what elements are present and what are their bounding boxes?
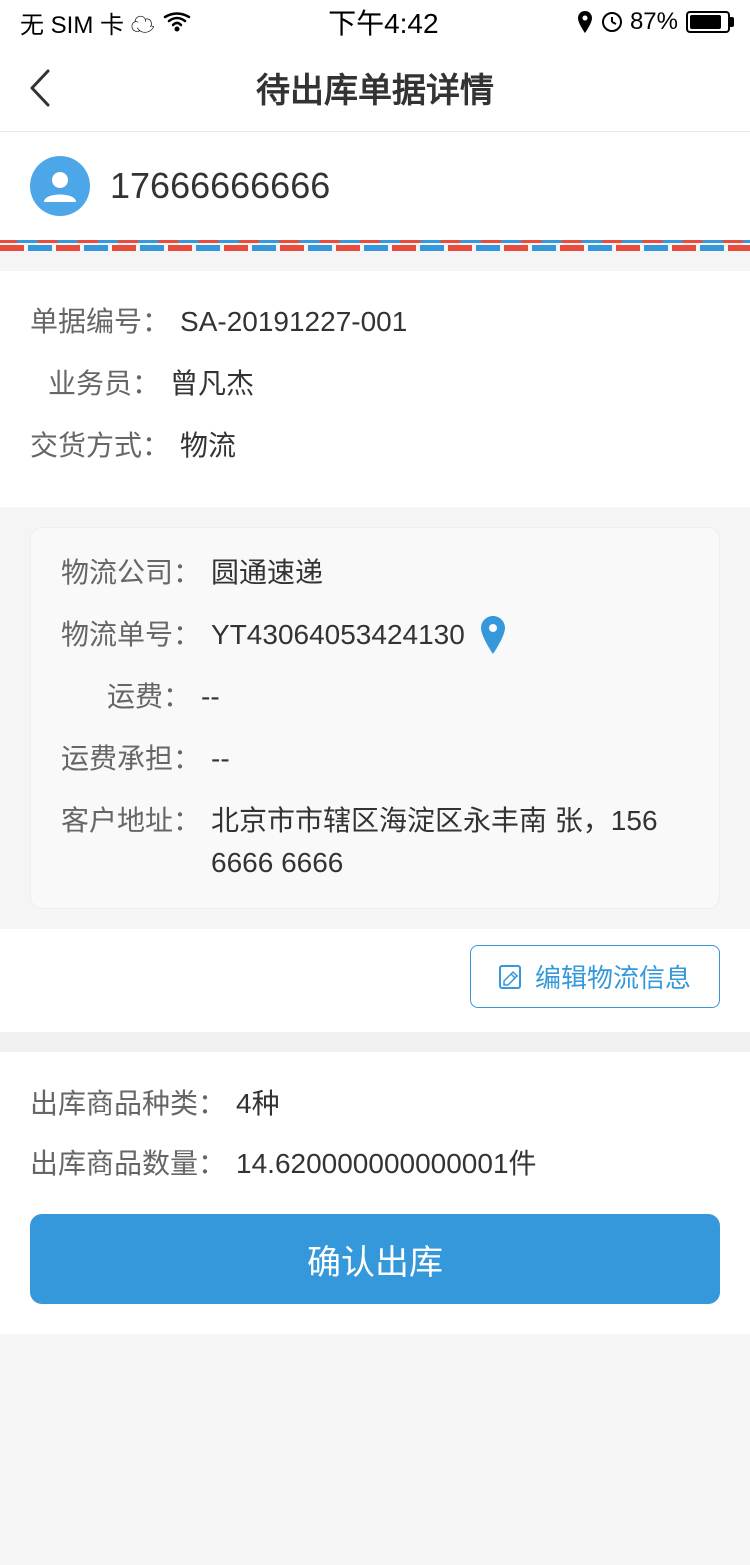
logistics-freight-label: 运费： bbox=[61, 676, 191, 718]
user-header: 17666666666 bbox=[0, 132, 750, 243]
section-separator-1 bbox=[0, 1032, 750, 1052]
logistics-card: 物流公司： 圆通速递 物流单号： YT43064053424130 运费： --… bbox=[30, 527, 720, 909]
product-types-value: 4种 bbox=[236, 1082, 280, 1122]
order-no-row: 单据编号： SA-20191227-001 bbox=[30, 301, 720, 343]
delivery-row: 交货方式： 物流 bbox=[30, 425, 720, 467]
edit-btn-container: 编辑物流信息 bbox=[0, 929, 750, 1032]
wifi-icon bbox=[163, 12, 191, 32]
order-no-value: SA-20191227-001 bbox=[180, 301, 720, 343]
logistics-bearer-row: 运费承担： -- bbox=[61, 738, 689, 780]
logistics-company-row: 物流公司： 圆通速递 bbox=[61, 552, 689, 594]
logistics-address-row: 客户地址： 北京市市辖区海淀区永丰南 张，156 6666 6666 bbox=[61, 800, 689, 884]
status-time: 下午4:42 bbox=[328, 2, 439, 42]
salesman-label: 业务员： bbox=[30, 363, 160, 405]
logistics-tracking-value: YT43064053424130 bbox=[211, 614, 689, 656]
confirm-button[interactable]: 确认出库 bbox=[30, 1214, 720, 1304]
salesman-value: 曾凡杰 bbox=[170, 363, 720, 405]
sim-status: 无 SIM 卡 ☁ bbox=[20, 5, 155, 40]
clock-icon bbox=[602, 12, 622, 32]
battery-percent: 87% bbox=[630, 8, 678, 36]
battery-icon bbox=[686, 11, 730, 33]
page-title: 待出库单据详情 bbox=[256, 63, 494, 112]
location-active-icon bbox=[576, 11, 594, 33]
logistics-address-value: 北京市市辖区海淀区永丰南 张，156 6666 6666 bbox=[211, 800, 689, 884]
status-bar: 无 SIM 卡 ☁ 下午4:42 87% bbox=[0, 0, 750, 44]
logistics-freight-row: 运费： -- bbox=[61, 676, 689, 718]
nav-bar: 待出库单据详情 bbox=[0, 44, 750, 132]
logistics-address-label: 客户地址： bbox=[61, 800, 201, 842]
logistics-company-label: 物流公司： bbox=[61, 552, 201, 594]
delivery-value: 物流 bbox=[180, 425, 720, 467]
edit-logistics-button[interactable]: 编辑物流信息 bbox=[470, 945, 720, 1008]
edit-icon bbox=[499, 964, 525, 990]
product-quantity-value: 14.620000000000001件 bbox=[236, 1142, 537, 1182]
edit-btn-label: 编辑物流信息 bbox=[535, 958, 691, 995]
product-types-row: 出库商品种类： 4种 bbox=[30, 1082, 720, 1122]
logistics-tracking-label: 物流单号： bbox=[61, 614, 201, 656]
order-no-label: 单据编号： bbox=[30, 301, 170, 343]
logistics-bearer-label: 运费承担： bbox=[61, 738, 201, 780]
logistics-bearer-value: -- bbox=[211, 738, 689, 780]
user-phone: 17666666666 bbox=[110, 165, 330, 207]
dashed-divider bbox=[0, 245, 750, 251]
person-icon bbox=[42, 168, 78, 204]
avatar bbox=[30, 156, 90, 216]
salesman-row: 业务员： 曾凡杰 bbox=[30, 363, 720, 405]
logistics-company-value: 圆通速递 bbox=[211, 552, 689, 594]
product-quantity-row: 出库商品数量： 14.620000000000001件 bbox=[30, 1142, 720, 1182]
order-info-section: 单据编号： SA-20191227-001 业务员： 曾凡杰 交货方式： 物流 bbox=[0, 271, 750, 507]
confirm-btn-wrapper: 确认出库 bbox=[0, 1194, 750, 1334]
map-pin-icon[interactable] bbox=[477, 616, 509, 654]
delivery-label: 交货方式： bbox=[30, 425, 170, 467]
confirm-btn-label: 确认出库 bbox=[307, 1235, 443, 1284]
logistics-freight-value: -- bbox=[201, 676, 689, 718]
bottom-area bbox=[0, 1325, 750, 1565]
back-button[interactable] bbox=[28, 69, 50, 107]
product-types-label: 出库商品种类： bbox=[30, 1082, 226, 1122]
product-quantity-label: 出库商品数量： bbox=[30, 1142, 226, 1182]
status-left: 无 SIM 卡 ☁ bbox=[20, 5, 191, 40]
status-right: 87% bbox=[576, 8, 730, 36]
logistics-tracking-row: 物流单号： YT43064053424130 bbox=[61, 614, 689, 656]
